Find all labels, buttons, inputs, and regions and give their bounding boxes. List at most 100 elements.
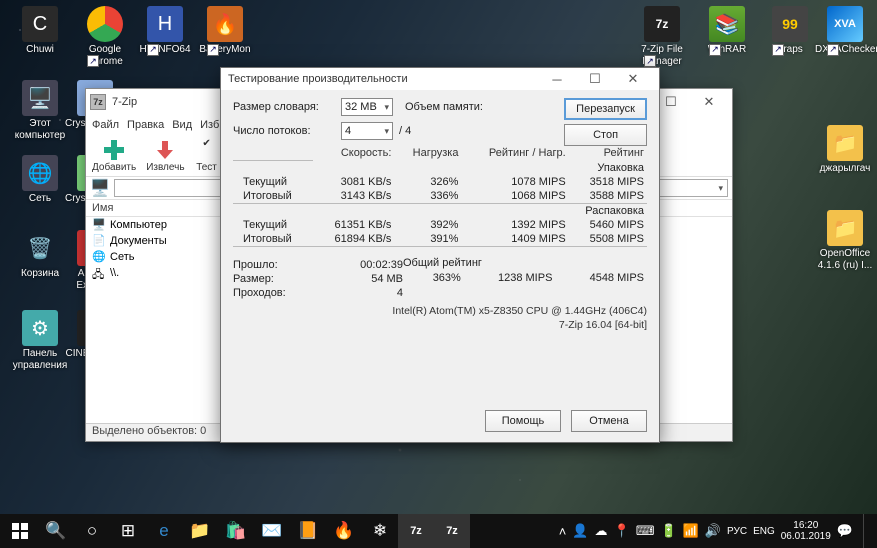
passes-label: Проходов: [233,287,340,299]
item-name: Компьютер [110,219,167,231]
dialog-titlebar[interactable]: Тестирование производительности ─ ☐ ✕ [221,68,659,90]
shortcut-badge-icon: ↗ [147,44,159,56]
icon-chrome[interactable]: ↗Google Chrome [75,6,135,67]
icon-chuwi[interactable]: CChuwi [10,6,70,56]
maximize-button[interactable]: ☐ [576,67,614,91]
elapsed-value: 00:02:39 [344,259,403,271]
icon-batterymon[interactable]: 🔥↗BatteryMon [195,6,255,56]
icon-hwinfo[interactable]: H↗HWiNFO64 [135,6,195,56]
task-edge[interactable]: e [146,514,182,548]
chevron-down-icon: ▾ [384,126,389,137]
passes-value: 4 [344,287,403,299]
task-mail[interactable]: ✉️ [254,514,290,548]
icon-label: Fraps [760,44,820,56]
icon-label: Этот компьютер [10,118,70,141]
toolbar-add[interactable]: Добавить [92,138,136,173]
toolbar-label: Извлечь [146,162,184,173]
tray-input-icon[interactable]: ⌨ [636,523,655,539]
icon-label: Chuwi [10,44,70,56]
chevron-down-icon: ▾ [384,102,389,113]
computer-icon: 🖥️ [92,218,106,232]
shortcut-badge-icon: ↗ [772,44,784,56]
tray-notifications-icon[interactable]: 💬 [837,523,853,539]
close-button[interactable]: ✕ [690,90,728,114]
size-label: Размер: [233,273,340,285]
icon-fraps[interactable]: 99↗Fraps [760,6,820,56]
tray-onedrive-icon[interactable]: ☁ [595,523,608,539]
tray-clock[interactable]: 16:20 06.01.2019 [781,520,831,542]
size-value: 54 MB [344,273,403,285]
stop-button[interactable]: Стоп [564,124,647,146]
icon-openoffice[interactable]: 📁OpenOffice 4.1.6 (ru) I... [815,210,875,271]
select-value: 32 MB [345,101,377,113]
toolbar-label: Тест [196,162,217,173]
task-7zip-fm[interactable]: 7z [434,514,470,548]
chevron-down-icon: ▾ [718,183,723,194]
icon-dxva[interactable]: XVA↗DXVAChecker [815,6,875,56]
shortcut-badge-icon: ↗ [207,44,219,56]
icon-folder1[interactable]: 📁джарылгач [815,125,875,175]
task-app1[interactable]: 📙 [290,514,326,548]
dialog-benchmark[interactable]: Тестирование производительности ─ ☐ ✕ Пе… [220,67,660,443]
clock-date: 06.01.2019 [781,531,831,542]
tray-chevron-up-icon[interactable]: ˄ [559,524,567,539]
menu-view[interactable]: Вид [172,119,192,131]
search-button[interactable]: 🔍 [38,514,74,548]
table-row: Итоговый61894 KB/s391%1409 MIPS5508 MIPS [233,232,647,247]
icon-label: WinRAR [697,44,757,56]
close-button[interactable]: ✕ [614,67,652,91]
item-name: \\. [110,267,119,279]
tray-lang1[interactable]: РУС [727,526,747,537]
dialog-title: Тестирование производительности [228,73,408,85]
taskview-button[interactable]: ⊞ [110,514,146,548]
show-desktop-button[interactable] [863,514,871,548]
start-button[interactable] [2,514,38,548]
tray-wifi-icon[interactable]: 📶 [683,523,699,539]
threads-max: / 4 [399,125,411,137]
threads-select[interactable]: 4▾ [341,122,393,140]
col-rating: Рейтинг [569,146,647,160]
dict-size-select[interactable]: 32 MB ▾ [341,98,393,116]
icon-label: Сеть [10,193,70,205]
taskbar[interactable]: 🔍 ○ ⊞ e 📁 🛍️ ✉️ 📙 🔥 ❄ 7z 7z ˄ 👤 ☁ 📍 ⌨ 🔋 … [0,514,877,548]
tray-location-icon[interactable]: 📍 [614,523,630,539]
task-app3[interactable]: ❄ [362,514,398,548]
toolbar-extract[interactable]: Извлечь [146,138,184,173]
task-store[interactable]: 🛍️ [218,514,254,548]
icon-label: HWiNFO64 [135,44,195,56]
window-title: 7-Zip [112,96,137,108]
network-icon: 🌐 [92,250,106,264]
icon-7zipfm[interactable]: 7z↗7-Zip File Manager [632,6,692,67]
icon-recycle[interactable]: 🗑️Корзина [10,230,70,280]
shortcut-badge-icon: ↗ [709,44,721,56]
tray-people-icon[interactable]: 👤 [572,523,588,539]
help-button[interactable]: Помощь [485,410,561,432]
minimize-button[interactable]: ─ [538,67,576,91]
task-explorer[interactable]: 📁 [182,514,218,548]
clock-time: 16:20 [781,520,831,531]
tray-lang2[interactable]: ENG [753,526,775,537]
restart-button[interactable]: Перезапуск [564,98,647,120]
icon-network[interactable]: 🌐Сеть [10,155,70,205]
dict-size-label: Размер словаря: [233,101,341,113]
icon-this-pc[interactable]: 🖥️Этот компьютер [10,80,70,141]
tray-volume-icon[interactable]: 🔊 [705,523,721,539]
table-row: 363%1238 MIPS4548 MIPS [403,271,647,285]
icon-label: джарылгач [815,163,875,175]
icon-label: 7-Zip File Manager [632,44,692,67]
menu-edit[interactable]: Правка [127,119,164,131]
cortana-icon[interactable]: ○ [74,514,110,548]
table-row: Текущий61351 KB/s392%1392 MIPS5460 MIPS [233,218,647,232]
icon-control[interactable]: ⚙Панель управления [10,310,70,371]
icon-label: Панель управления [10,348,70,371]
icon-winrar[interactable]: 📚↗WinRAR [697,6,757,56]
section-pack: Упаковка [233,160,647,175]
task-7zip-benchmark[interactable]: 7z [398,514,434,548]
table-row: Итоговый3143 KB/s336%1068 MIPS3588 MIPS [233,189,647,204]
task-app2[interactable]: 🔥 [326,514,362,548]
documents-icon: 📄 [92,234,106,248]
menu-file[interactable]: Файл [92,119,119,131]
cancel-button[interactable]: Отмена [571,410,647,432]
tray-battery-icon[interactable]: 🔋 [660,523,676,539]
toolbar-test[interactable]: ✔Тест [195,138,219,173]
